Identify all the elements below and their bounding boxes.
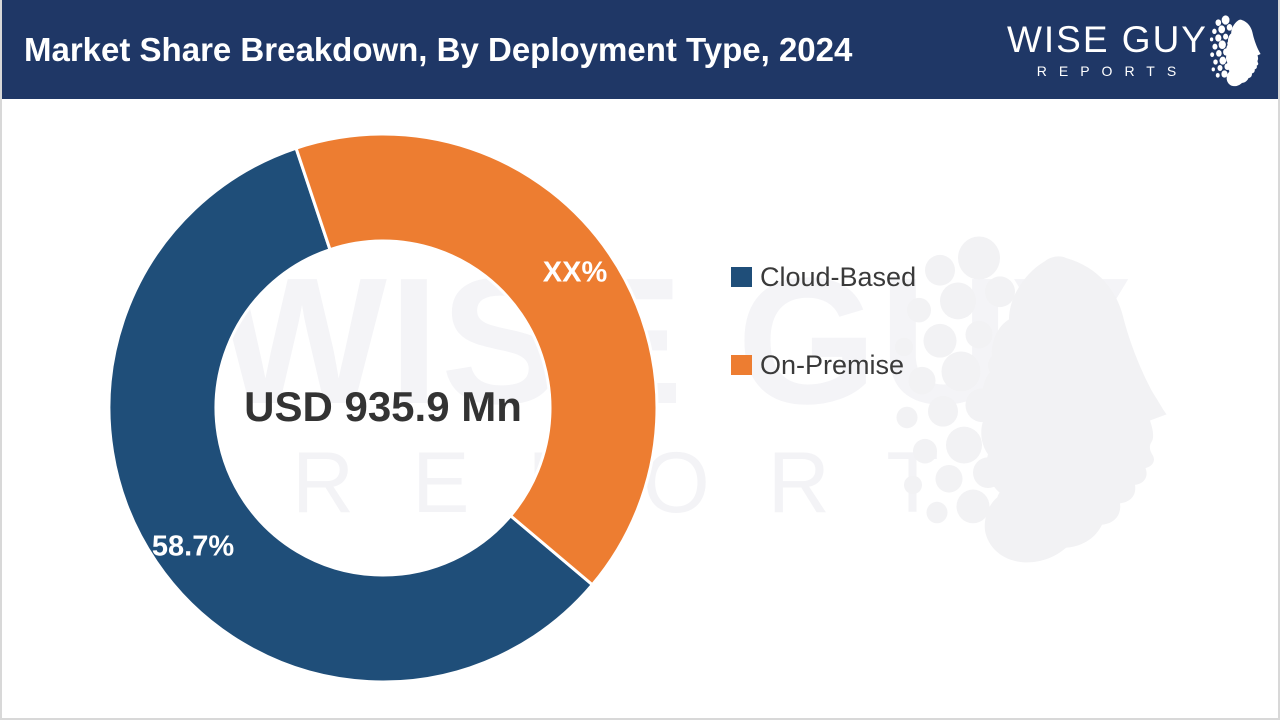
slice-label-cloud-based: 58.7% <box>151 530 235 563</box>
legend-label: Cloud-Based <box>760 261 917 292</box>
donut-chart <box>107 132 659 684</box>
wiseguy-logo: WISE GUY REPORTS <box>1007 9 1262 91</box>
slice-on-premise <box>294 132 659 587</box>
legend-swatch-on-premise <box>731 355 752 375</box>
wiseguy-face-icon <box>1209 15 1261 87</box>
legend-swatch-cloud-based <box>731 267 752 287</box>
page-title: Market Share Breakdown, By Deployment Ty… <box>24 31 853 68</box>
legend-item-on-premise: On-Premise <box>731 349 905 380</box>
logo-subtitle: REPORTS <box>1036 63 1189 79</box>
wiseguy-logo-text: WISE GUY REPORTS <box>1006 19 1208 80</box>
report-page: WISE GUY REPORTS 58.7% XX% USD 935.9 Mn … <box>0 0 1280 720</box>
legend-item-cloud-based: Cloud-Based <box>731 261 917 292</box>
legend-label: On-Premise <box>760 349 905 380</box>
logo-wordmark: WISE GUY <box>1006 19 1208 60</box>
header-bar: Market Share Breakdown, By Deployment Ty… <box>2 0 1278 99</box>
slice-label-on-premise: XX% <box>542 256 608 289</box>
chart-center-value: USD 935.9 Mn <box>244 383 522 430</box>
